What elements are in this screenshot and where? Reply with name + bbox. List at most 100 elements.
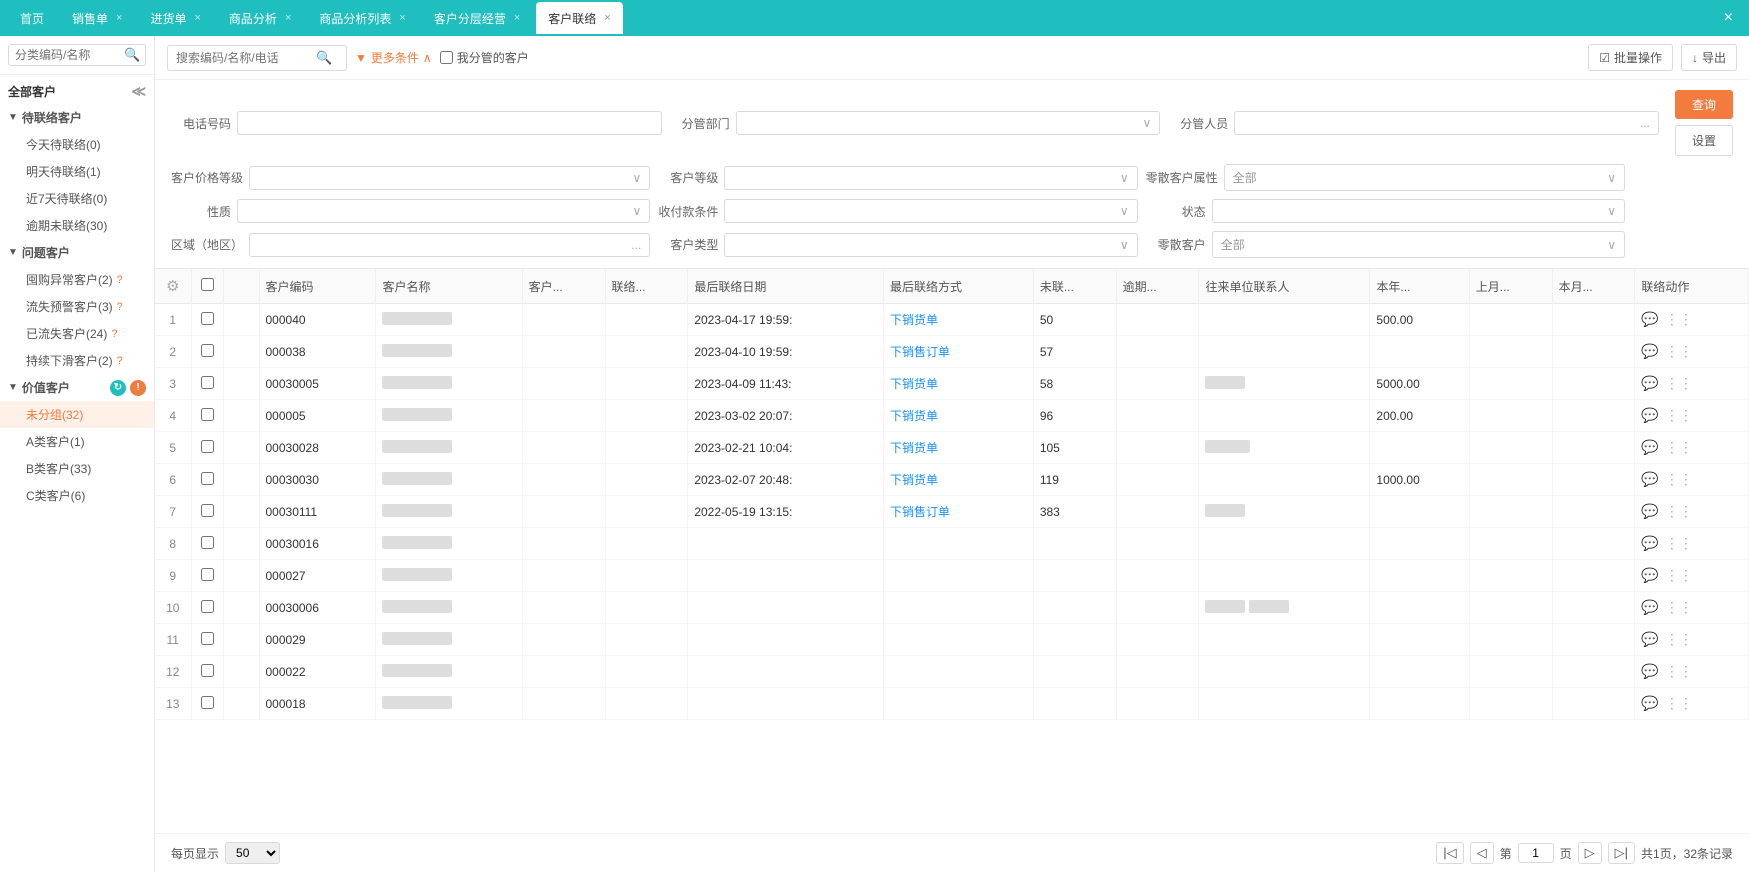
contact-method-link[interactable]: 下销售订单 — [890, 505, 950, 519]
tab-product-analysis-list[interactable]: 商品分析列表 × — [307, 2, 417, 34]
col-name[interactable]: 客户名称 — [376, 269, 522, 304]
search-box[interactable]: 🔍 — [167, 45, 347, 71]
chat-icon[interactable]: 💬 — [1641, 535, 1658, 552]
tab-customer-segment-close[interactable]: × — [514, 12, 520, 24]
more-icon[interactable]: ⋮⋮ — [1665, 695, 1693, 712]
contact-method-link[interactable]: 下销货单 — [890, 441, 938, 455]
chat-icon[interactable]: 💬 — [1641, 567, 1658, 584]
row-checkbox-cell[interactable] — [191, 432, 223, 464]
row-checkbox-cell[interactable] — [191, 368, 223, 400]
retail-customer-select[interactable]: 全部 ∨ — [1212, 231, 1625, 258]
tab-product-analysis-list-close[interactable]: × — [399, 12, 405, 24]
col-type[interactable]: 客户... — [522, 269, 605, 304]
contact-method-link[interactable]: 下销货单 — [890, 377, 938, 391]
chat-icon[interactable]: 💬 — [1641, 503, 1658, 520]
contact-method-link[interactable]: 下销货单 — [890, 313, 938, 327]
manager-select[interactable]: ... — [1234, 111, 1659, 135]
row-checkbox[interactable] — [201, 376, 214, 389]
payment-select[interactable]: ∨ — [724, 199, 1137, 223]
row-checkbox[interactable] — [201, 568, 214, 581]
sidebar-group-problem[interactable]: ▼ 问题客户 — [0, 239, 154, 266]
phone-input[interactable] — [237, 111, 662, 135]
nature-select[interactable]: ∨ — [237, 199, 650, 223]
tab-sales-close[interactable]: × — [116, 12, 122, 24]
col-last-contact-date[interactable]: 最后联络日期 — [688, 269, 884, 304]
window-close-button[interactable]: × — [1716, 5, 1741, 31]
tab-customer-contact[interactable]: 客户联络 × — [536, 2, 622, 34]
row-checkbox[interactable] — [201, 408, 214, 421]
row-checkbox[interactable] — [201, 472, 214, 485]
row-checkbox-cell[interactable] — [191, 496, 223, 528]
sidebar-item-churn[interactable]: 持续下滑客户(2) ? — [0, 347, 154, 374]
reset-button[interactable]: 设置 — [1675, 125, 1733, 156]
tab-product-analysis-close[interactable]: × — [285, 12, 291, 24]
more-icon[interactable]: ⋮⋮ — [1665, 471, 1693, 488]
more-icon[interactable]: ⋮⋮ — [1665, 407, 1693, 424]
gear-icon[interactable]: ⚙ — [166, 277, 179, 295]
last-page-button[interactable]: ▷| — [1608, 842, 1635, 864]
row-checkbox-cell[interactable] — [191, 304, 223, 336]
first-page-button[interactable]: |◁ — [1436, 842, 1463, 864]
row-checkbox[interactable] — [201, 664, 214, 677]
chat-icon[interactable]: 💬 — [1641, 631, 1658, 648]
col-unit-contact[interactable]: 往来单位联系人 — [1199, 269, 1370, 304]
contact-method-link[interactable]: 下销货单 — [890, 473, 938, 487]
sidebar-item-tomorrow[interactable]: 明天待联络(1) — [0, 158, 154, 185]
sidebar-item-churn-risk[interactable]: 流失预警客户(3) ? — [0, 293, 154, 320]
tab-customer-segment[interactable]: 客户分层经营 × — [422, 2, 532, 34]
chat-icon[interactable]: 💬 — [1641, 375, 1658, 392]
row-checkbox[interactable] — [201, 536, 214, 549]
chat-icon[interactable]: 💬 — [1641, 599, 1658, 616]
contact-method-link[interactable]: 下销货单 — [890, 409, 938, 423]
all-customers-header[interactable]: 全部客户 ≪ — [0, 75, 154, 104]
sidebar-group-value[interactable]: ▼ 价值客户 ↻ ! — [0, 374, 154, 401]
tab-sales[interactable]: 销售单 × — [60, 2, 134, 34]
dept-select[interactable]: ∨ — [736, 111, 1161, 135]
chat-icon[interactable]: 💬 — [1641, 311, 1658, 328]
tab-customer-contact-close[interactable]: × — [604, 12, 610, 24]
page-number-input[interactable] — [1518, 843, 1554, 863]
row-checkbox-cell[interactable] — [191, 528, 223, 560]
my-customers-checkbox[interactable]: 我分管的客户 — [440, 49, 529, 66]
prev-page-button[interactable]: ◁ — [1470, 842, 1494, 864]
sidebar-item-7days[interactable]: 近7天待联络(0) — [0, 185, 154, 212]
col-code[interactable]: 客户编码 — [259, 269, 376, 304]
row-checkbox[interactable] — [201, 440, 214, 453]
sidebar-item-groupA[interactable]: A类客户(1) — [0, 428, 154, 455]
col-uncontacted[interactable]: 未联... — [1033, 269, 1116, 304]
sidebar-item-today[interactable]: 今天待联络(0) — [0, 131, 154, 158]
per-page-select[interactable]: 50 100 200 — [225, 842, 280, 864]
row-checkbox[interactable] — [201, 312, 214, 325]
row-checkbox[interactable] — [201, 504, 214, 517]
status-select[interactable]: ∨ — [1212, 199, 1625, 223]
chat-icon[interactable]: 💬 — [1641, 663, 1658, 680]
customer-type-select[interactable]: ∨ — [724, 233, 1137, 257]
sidebar-item-abnormal[interactable]: 囤购异常客户(2) ? — [0, 266, 154, 293]
row-checkbox-cell[interactable] — [191, 656, 223, 688]
row-checkbox-cell[interactable] — [191, 592, 223, 624]
price-grade-select[interactable]: ∨ — [249, 166, 650, 190]
tab-home[interactable]: 首页 — [8, 2, 56, 34]
query-button[interactable]: 查询 — [1675, 90, 1733, 119]
search-input[interactable] — [176, 51, 316, 65]
export-button[interactable]: ↓ 导出 — [1681, 44, 1737, 71]
col-contact[interactable]: 联络... — [605, 269, 688, 304]
refresh-icon[interactable]: ↻ — [110, 380, 126, 396]
customer-grade-select[interactable]: ∨ — [724, 166, 1137, 190]
next-page-button[interactable]: ▷ — [1578, 842, 1602, 864]
chat-icon[interactable]: 💬 — [1641, 439, 1658, 456]
row-checkbox[interactable] — [201, 632, 214, 645]
col-overdue[interactable]: 逾期... — [1116, 269, 1199, 304]
sidebar-item-groupC[interactable]: C类客户(6) — [0, 482, 154, 509]
more-icon[interactable]: ⋮⋮ — [1665, 343, 1693, 360]
sidebar-group-pending[interactable]: ▼ 待联络客户 — [0, 104, 154, 131]
more-icon[interactable]: ⋮⋮ — [1665, 631, 1693, 648]
row-checkbox-cell[interactable] — [191, 464, 223, 496]
more-icon[interactable]: ⋮⋮ — [1665, 375, 1693, 392]
col-this-year[interactable]: 本年... — [1370, 269, 1469, 304]
row-checkbox-cell[interactable] — [191, 688, 223, 720]
col-checkbox[interactable] — [191, 269, 223, 304]
col-last-contact-method[interactable]: 最后联络方式 — [884, 269, 1034, 304]
sidebar-item-groupB[interactable]: B类客户(33) — [0, 455, 154, 482]
row-checkbox[interactable] — [201, 344, 214, 357]
